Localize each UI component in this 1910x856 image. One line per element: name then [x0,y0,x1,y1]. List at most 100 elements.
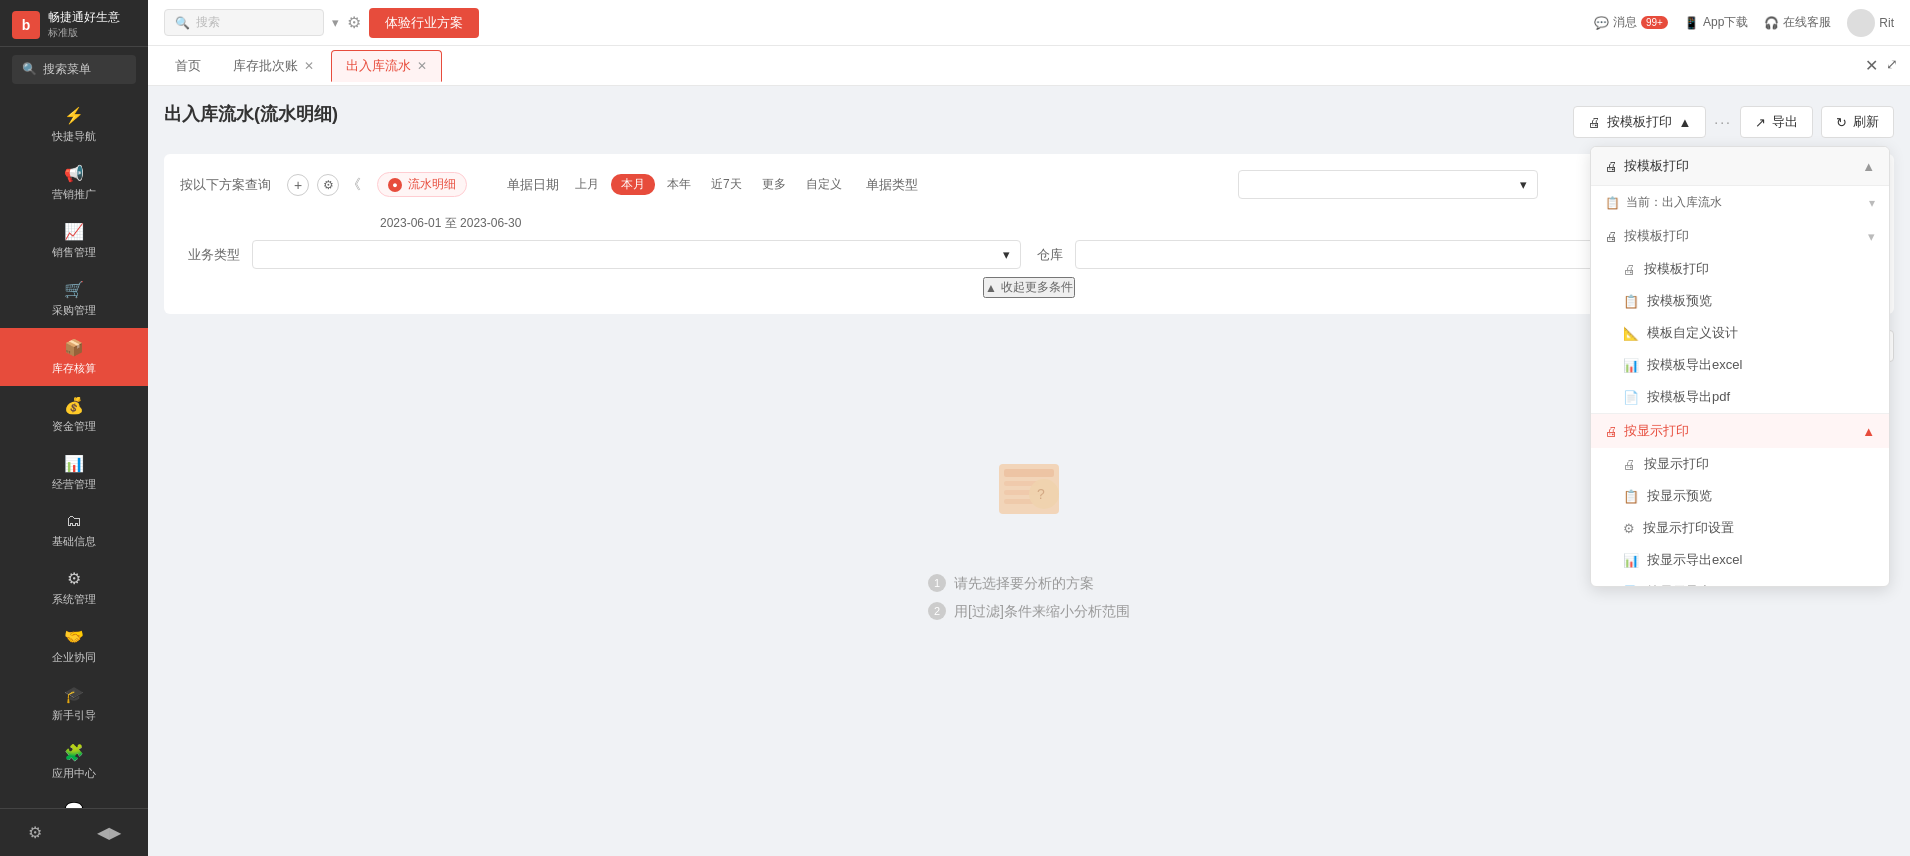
date-option-more[interactable]: 更多 [754,174,794,195]
display-print-settings-item[interactable]: ⚙ 按显示打印设置 [1591,512,1889,544]
sidebar-item-inventory[interactable]: 📦 库存核算 [0,328,148,386]
template-custom-design-item[interactable]: 📐 模板自定义设计 [1591,317,1889,349]
marketing-icon: 📢 [64,164,84,183]
sidebar-item-quick-nav[interactable]: ⚡ 快捷导航 [0,96,148,154]
export-button[interactable]: ↗ 导出 [1740,106,1813,138]
dropdown-scroll: 📋 当前：出入库流水 ▾ 🖨 按模板打印 ▾ 🖨 [1591,186,1889,586]
display-preview-icon: 📋 [1623,489,1639,504]
enterprise-icon: 🤝 [64,627,84,646]
sidebar: b 畅捷通好生意 标准版 🔍 搜索菜单 ⚡ 快捷导航 📢 营销推广 📈 销售管理… [0,0,148,856]
current-template-indicator[interactable]: 📋 当前：出入库流水 ▾ [1591,186,1889,219]
display-print-section-title: 🖨 按显示打印 [1605,422,1689,440]
print-dropdown-panel: 🖨 按模板打印 ▲ 📋 当前：出入库流水 ▾ [1590,146,1890,587]
print-dropdown-arrow[interactable]: ▲ [1678,115,1691,130]
template-print-section-header[interactable]: 🖨 按模板打印 ▾ [1591,219,1889,253]
display-export-excel-item[interactable]: 📊 按显示导出excel [1591,544,1889,576]
template-section-arrow: ▾ [1868,229,1875,244]
display-excel-icon: 📊 [1623,553,1639,568]
date-option-7days[interactable]: 近7天 [703,174,750,195]
display-preview-item[interactable]: 📋 按显示预览 [1591,480,1889,512]
finance-icon: 💰 [64,396,84,415]
topbar-right: 💬 消息 99+ 📱 App下载 🎧 在线客服 Rit [1594,9,1894,37]
tabs-right-controls: ✕ ⤢ [1865,56,1898,75]
messages-button[interactable]: 💬 消息 99+ [1594,14,1668,31]
page-content: 出入库流水(流水明细) 🖨 按模板打印 ▲ ··· ↗ 导出 ↻ 刷新 [148,86,1910,856]
trial-industry-button[interactable]: 体验行业方案 [369,8,479,38]
dropdown-collapse-arrow[interactable]: ▲ [1862,159,1875,174]
sidebar-nav: ⚡ 快捷导航 📢 营销推广 📈 销售管理 🛒 采购管理 📦 库存核算 💰 资金管… [0,92,148,808]
template-preview-item[interactable]: 📋 按模板预览 [1591,285,1889,317]
tab-inout-flow-close[interactable]: ✕ [417,59,427,73]
sidebar-item-enterprise[interactable]: 🤝 企业协同 [0,617,148,675]
business-type-row: 业务类型 ▾ [180,240,1021,269]
doc-type-select[interactable]: ▾ [1238,170,1538,199]
svg-rect-1 [1004,469,1054,477]
global-search[interactable]: 🔍 搜索 [164,9,324,36]
tab-inventory-batch-close[interactable]: ✕ [304,59,314,73]
settings-bottom-button[interactable]: ⚙ [20,819,50,846]
template-print-section-title: 🖨 按模板打印 [1605,227,1689,245]
tab-inout-flow[interactable]: 出入库流水 ✕ [331,50,442,82]
print-icon: 🖨 [1588,115,1601,130]
guide-icon: 🎓 [64,685,84,704]
more-options-button[interactable]: ··· [1714,114,1732,130]
filter-tag-water-detail[interactable]: ● 流水明细 [377,172,467,197]
filter-settings-button[interactable]: ⚙ [317,174,339,196]
svg-text:?: ? [1037,486,1045,502]
display-export-pdf-item[interactable]: 📄 按显示导出pdf [1591,576,1889,586]
collapse-more-button[interactable]: ▲ 收起更多条件 [983,277,1075,298]
sidebar-item-marketing[interactable]: 📢 营销推广 [0,154,148,212]
date-option-custom[interactable]: 自定义 [798,174,850,195]
template-export-excel-item[interactable]: 📊 按模板导出excel [1591,349,1889,381]
search-icon: 🔍 [175,16,190,30]
sidebar-item-guide[interactable]: 🎓 新手引导 [0,675,148,733]
sidebar-item-operation[interactable]: 📊 经营管理 [0,444,148,502]
tab-close-all-button[interactable]: ✕ [1865,56,1878,75]
top-action-bar: 🖨 按模板打印 ▲ ··· ↗ 导出 ↻ 刷新 [1573,106,1894,138]
headset-icon: 🎧 [1764,16,1779,30]
tab-expand-button[interactable]: ⤢ [1886,56,1898,75]
template-print-button[interactable]: 🖨 按模板打印 ▲ [1573,106,1706,138]
sidebar-item-finance[interactable]: 💰 资金管理 [0,386,148,444]
sidebar-item-wechat[interactable]: 💬 企业微信 [0,791,148,808]
collapse-sidebar-button[interactable]: ◀▶ [89,819,129,846]
date-label: 单据日期 [507,176,559,194]
filter-add-button[interactable]: + [287,174,309,196]
date-option-last-month[interactable]: 上月 [567,174,607,195]
logo-icon: b [12,11,40,39]
display-print-section-header[interactable]: 🖨 按显示打印 ▲ [1591,414,1889,448]
inventory-icon: 📦 [64,338,84,357]
refresh-button[interactable]: ↻ 刷新 [1821,106,1894,138]
tab-inventory-batch[interactable]: 库存批次账 ✕ [218,50,329,81]
sidebar-item-sales[interactable]: 📈 销售管理 [0,212,148,270]
filter-collapse-button[interactable]: 《 [347,176,361,194]
date-option-current-year[interactable]: 本年 [659,174,699,195]
topbar-gear-icon[interactable]: ⚙ [347,13,361,32]
display-print-item[interactable]: 🖨 按显示打印 [1591,448,1889,480]
empty-step-2: 2 用[过滤]条件来缩小分析范围 [928,597,1130,625]
search-menu-button[interactable]: 🔍 搜索菜单 [12,55,136,84]
phone-icon: 📱 [1684,16,1699,30]
sidebar-search-area[interactable]: 🔍 搜索菜单 [0,47,148,92]
display-print-section-icon: 🖨 [1605,424,1618,439]
empty-step-1: 1 请先选择要分析的方案 [928,569,1130,597]
sidebar-item-system[interactable]: ⚙ 系统管理 [0,559,148,617]
wechat-icon: 💬 [64,801,84,808]
template-print-item[interactable]: 🖨 按模板打印 [1591,253,1889,285]
template-print-item-icon: 🖨 [1623,262,1636,277]
search-dropdown-arrow[interactable]: ▾ [332,15,339,30]
customer-service-button[interactable]: 🎧 在线客服 [1764,14,1831,31]
user-avatar-area[interactable]: Rit [1847,9,1894,37]
collapse-arrow-icon: ▲ [985,281,997,295]
display-pdf-icon: 📄 [1623,585,1639,587]
sidebar-item-apps[interactable]: 🧩 应用中心 [0,733,148,791]
svg-rect-4 [1004,499,1034,504]
app-download-button[interactable]: 📱 App下载 [1684,14,1748,31]
template-export-pdf-item[interactable]: 📄 按模板导出pdf [1591,381,1889,413]
date-option-current-month[interactable]: 本月 [611,174,655,195]
quick-nav-icon: ⚡ [64,106,84,125]
tab-home[interactable]: 首页 [160,50,216,81]
business-type-select[interactable]: ▾ [252,240,1021,269]
sidebar-item-purchase[interactable]: 🛒 采购管理 [0,270,148,328]
sidebar-item-basic[interactable]: 🗂 基础信息 [0,502,148,559]
